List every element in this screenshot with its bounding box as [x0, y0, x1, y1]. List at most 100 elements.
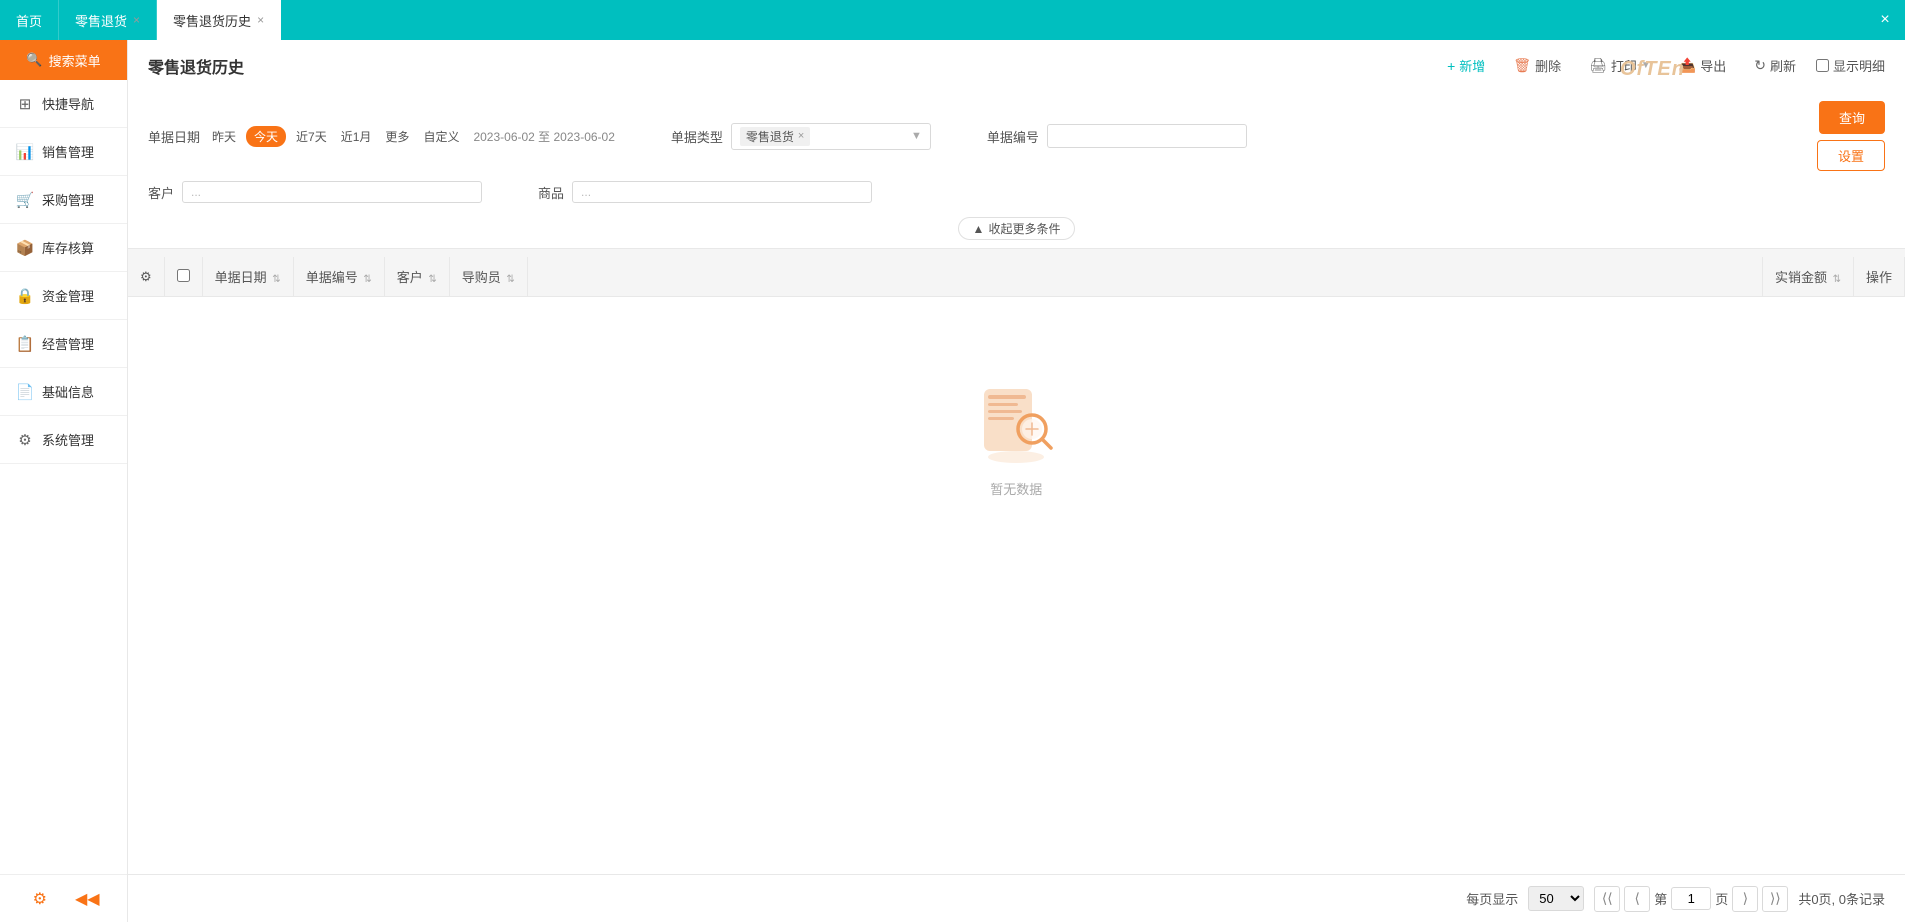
purchase-mgmt-icon: 🛒 — [16, 191, 34, 209]
date-filter-label: 单据日期 — [148, 127, 200, 146]
th-guide[interactable]: 导购员 ⇅ — [449, 257, 527, 297]
tab-retail-return-label: 零售退货 — [75, 11, 127, 30]
tab-retail-return[interactable]: 零售退货 × — [59, 0, 157, 40]
operations-icon: 📋 — [16, 335, 34, 353]
sys-mgmt-icon: ⚙ — [16, 431, 34, 449]
tab-home[interactable]: 首页 — [0, 0, 59, 40]
th-doc-number-label: 单据编号 — [306, 270, 358, 285]
query-btn[interactable]: 查询 — [1819, 101, 1885, 134]
sidebar-search-btn[interactable]: 🔍 搜索菜单 — [0, 40, 127, 80]
goods-input[interactable]: ... — [572, 181, 872, 203]
doc-number-input[interactable] — [1047, 124, 1247, 148]
select-all-checkbox[interactable] — [177, 269, 190, 282]
date-btn-1month[interactable]: 近1月 — [337, 126, 376, 147]
sidebar-item-finance[interactable]: 🔒 资金管理 — [0, 272, 127, 320]
th-action: 操作 — [1853, 257, 1904, 297]
sidebar-settings-btn[interactable]: ⚙ — [25, 884, 55, 914]
inventory-icon: 📦 — [16, 239, 34, 257]
sidebar-item-operations[interactable]: 📋 经营管理 — [0, 320, 127, 368]
sidebar-item-sys-mgmt[interactable]: ⚙ 系统管理 — [0, 416, 127, 464]
empty-row: 暂无数据 — [128, 297, 1905, 559]
sidebar-item-inventory[interactable]: 📦 库存核算 — [0, 224, 127, 272]
add-btn[interactable]: + 新增 — [1439, 52, 1493, 79]
th-customer[interactable]: 客户 ⇅ — [384, 257, 449, 297]
th-checkbox[interactable] — [164, 257, 202, 297]
brand-text: OfTEn — [1620, 58, 1685, 81]
page-unit: 页 — [1715, 889, 1728, 908]
sidebar-audio-btn[interactable]: ◀◀ — [72, 884, 102, 914]
goods-filter-field: 商品 ... — [538, 181, 872, 203]
empty-illustration — [966, 377, 1066, 467]
tab-retail-return-history-label: 零售退货历史 — [173, 11, 251, 30]
show-detail-label: 显示明细 — [1833, 56, 1885, 75]
date-btn-yesterday[interactable]: 昨天 — [208, 126, 240, 147]
doc-type-tag: 零售退货 × — [740, 127, 810, 146]
finance-icon: 🔒 — [16, 287, 34, 305]
refresh-btn[interactable]: ↻ 刷新 — [1746, 52, 1804, 79]
show-detail-checkbox[interactable] — [1816, 59, 1829, 72]
sidebar-menu: ⊞ 快捷导航 📊 销售管理 🛒 采购管理 📦 库存核算 🔒 资金管理 📋 — [0, 80, 127, 874]
customer-input[interactable]: ... — [182, 181, 482, 203]
date-btn-7days[interactable]: 近7天 — [292, 126, 331, 147]
table-area: ⚙ 单据日期 ⇅ 单据编号 ⇅ — [128, 257, 1905, 874]
th-actual-amount[interactable]: 实销金额 ⇅ — [1762, 257, 1853, 297]
doc-type-tag-remove[interactable]: × — [798, 130, 804, 142]
date-btn-today[interactable]: 今天 — [246, 126, 286, 147]
date-btn-custom[interactable]: 自定义 — [419, 126, 463, 147]
filter-row-1: 单据日期 昨天 今天 近7天 近1月 更多 自定义 2023-06-02 至 2… — [148, 101, 1885, 171]
tab-retail-return-history-close[interactable]: × — [257, 13, 264, 27]
th-settings[interactable]: ⚙ — [128, 257, 164, 297]
page-prev-btn[interactable]: ⟨ — [1624, 886, 1650, 912]
add-label: 新增 — [1459, 56, 1485, 75]
goods-placeholder: ... — [581, 185, 591, 199]
sidebar-item-inventory-label: 库存核算 — [42, 238, 94, 257]
collapse-arrow-icon: ▲ — [973, 222, 985, 236]
page-next-btn[interactable]: ⟩ — [1732, 886, 1758, 912]
tab-retail-return-history[interactable]: 零售退货历史 × — [157, 0, 281, 40]
th-doc-date-sort: ⇅ — [272, 274, 280, 285]
export-label: 导出 — [1700, 56, 1726, 75]
collapse-btn[interactable]: ▲ 收起更多条件 — [958, 217, 1076, 240]
delete-btn[interactable]: 🗑 删除 — [1505, 52, 1569, 79]
page-number-input[interactable] — [1671, 887, 1711, 910]
th-guide-label: 导购员 — [462, 270, 501, 285]
doc-type-filter-field: 单据类型 零售退货 × ▼ — [671, 123, 931, 150]
th-spacer — [527, 257, 1762, 297]
show-detail-check[interactable]: 显示明细 — [1816, 56, 1885, 75]
content-area: 零售退货历史 + 新增 🗑 删除 🖨 打印 ▼ — [128, 40, 1905, 922]
sidebar-item-basic-info[interactable]: 📄 基础信息 — [0, 368, 127, 416]
page-title: 零售退货历史 — [148, 54, 244, 78]
topbar-close-btn[interactable]: × — [1865, 0, 1905, 40]
th-doc-date-label: 单据日期 — [215, 270, 267, 285]
per-page-select[interactable]: 10 20 50 100 — [1528, 886, 1584, 911]
date-range-display: 2023-06-02 至 2023-06-02 — [473, 128, 614, 145]
doc-number-label: 单据编号 — [987, 127, 1039, 146]
print-icon: 🖨 — [1589, 57, 1607, 74]
sidebar-item-finance-label: 资金管理 — [42, 286, 94, 305]
doc-type-dropdown-arrow: ▼ — [911, 130, 922, 142]
customer-placeholder: ... — [191, 185, 201, 199]
sidebar-item-quick-nav[interactable]: ⊞ 快捷导航 — [0, 80, 127, 128]
empty-area: 暂无数据 — [128, 297, 1905, 558]
th-guide-sort: ⇅ — [506, 274, 514, 285]
th-doc-date[interactable]: 单据日期 ⇅ — [202, 257, 293, 297]
topbar: 首页 零售退货 × 零售退货历史 × × — [0, 0, 1905, 40]
settings-btn[interactable]: 设置 — [1817, 140, 1885, 171]
sidebar-item-sales-mgmt[interactable]: 📊 销售管理 — [0, 128, 127, 176]
page-last-btn[interactable]: ⟩⟩ — [1762, 886, 1788, 912]
sidebar-item-basic-info-label: 基础信息 — [42, 382, 94, 401]
th-actual-amount-label: 实销金额 — [1775, 270, 1827, 285]
page-nav: ⟨⟨ ⟨ 第 页 ⟩ ⟩⟩ — [1594, 886, 1788, 912]
page-first-btn[interactable]: ⟨⟨ — [1594, 886, 1620, 912]
refresh-icon: ↻ — [1754, 57, 1766, 74]
date-btn-more[interactable]: 更多 — [381, 126, 413, 147]
settings-gear-icon: ⚙ — [140, 269, 152, 284]
delete-icon: 🗑 — [1513, 57, 1531, 74]
doc-type-input[interactable]: 零售退货 × ▼ — [731, 123, 931, 150]
th-doc-number[interactable]: 单据编号 ⇅ — [293, 257, 384, 297]
tab-retail-return-close[interactable]: × — [133, 13, 140, 27]
sidebar-item-purchase-mgmt[interactable]: 🛒 采购管理 — [0, 176, 127, 224]
th-action-label: 操作 — [1866, 270, 1892, 285]
date-filter-field: 单据日期 昨天 今天 近7天 近1月 更多 自定义 2023-06-02 至 2… — [148, 126, 615, 147]
sidebar-search-label: 搜索菜单 — [49, 51, 101, 70]
